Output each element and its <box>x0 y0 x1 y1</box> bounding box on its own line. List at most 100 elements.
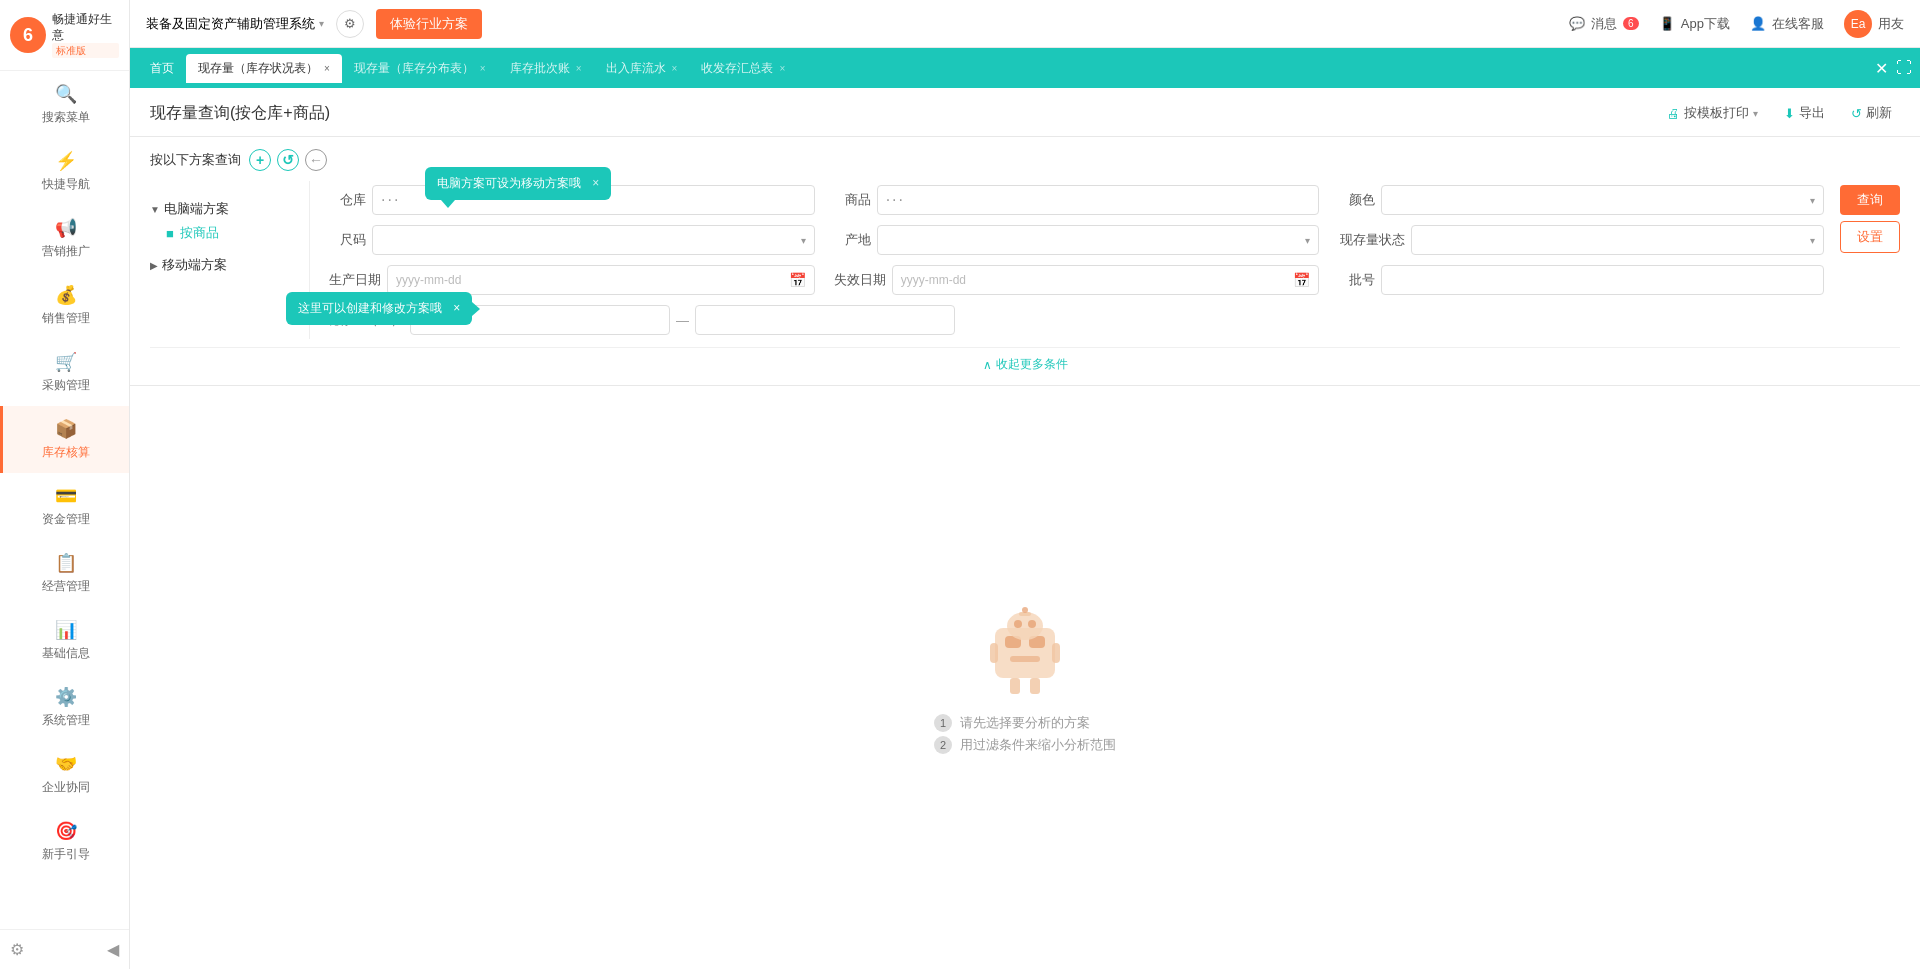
scheme-desktop[interactable]: ▼ 电脑端方案 <box>150 197 293 221</box>
refresh-scheme-button[interactable]: ↺ <box>277 149 299 171</box>
filter-field-size: 尺码 ▾ <box>326 225 815 255</box>
basic-icon: 📊 <box>55 619 77 641</box>
empty-state: 1 请先选择要分析的方案 2 用过滤条件来缩小分析范围 <box>130 386 1920 969</box>
svg-rect-5 <box>1052 643 1060 663</box>
operations-icon: 📋 <box>55 552 77 574</box>
svg-point-10 <box>1028 620 1036 628</box>
inventory-icon: 📦 <box>55 418 77 440</box>
scheme-desktop-children: ■ 按商品 <box>150 221 293 245</box>
svg-rect-3 <box>1010 656 1040 662</box>
goods-label: 商品 <box>831 191 871 209</box>
refresh-icon: ↺ <box>1851 106 1862 121</box>
purchase-icon: 🛒 <box>55 351 77 373</box>
tab-bar: 首页 现存量（库存状况表） × 现存量（库存分布表） × 库存批次账 × 出入库… <box>130 48 1920 88</box>
sidebar-item-basic[interactable]: 📊 基础信息 <box>0 607 129 674</box>
system-title: 装备及固定资产辅助管理系统 <box>146 15 315 33</box>
filter-row-2: 尺码 ▾ 产地 ▾ <box>326 225 1824 255</box>
tooltip-bubble-2: 这里可以创建和修改方案哦 × <box>286 292 472 325</box>
filter-field-color: 颜色 ▾ <box>1335 185 1824 215</box>
collapse-button[interactable]: ∧ 收起更多条件 <box>983 356 1068 373</box>
close-all-tabs-icon[interactable]: ✕ <box>1875 59 1888 78</box>
maximize-icon[interactable]: ⛶ <box>1896 59 1912 77</box>
reset-button[interactable]: 设置 <box>1840 221 1900 253</box>
gear-button[interactable]: ⚙ <box>336 10 364 38</box>
guide-icon: 🎯 <box>55 820 77 842</box>
avatar: Ea <box>1844 10 1872 38</box>
app-download-action[interactable]: 📱 App下载 <box>1659 15 1730 33</box>
close-tab-batch-accounts[interactable]: × <box>576 63 582 74</box>
size-input[interactable]: ▾ <box>372 225 815 255</box>
industry-button[interactable]: 体验行业方案 <box>376 9 482 39</box>
expire-date-input[interactable]: yyyy-mm-dd 📅 <box>892 265 1320 295</box>
search-buttons: 查询 设置 <box>1840 181 1900 339</box>
tab-receive-summary[interactable]: 收发存汇总表 × <box>689 54 797 83</box>
sidebar-item-guide[interactable]: 🎯 新手引导 <box>0 808 129 875</box>
sidebar-footer: ⚙ ◀ <box>0 929 129 969</box>
filter-label-row: 按以下方案查询 + ↺ ← <box>150 149 1900 171</box>
app-label: App下载 <box>1681 15 1730 33</box>
color-input[interactable]: ▾ <box>1381 185 1824 215</box>
message-icon: 💬 <box>1569 16 1585 31</box>
print-button[interactable]: 🖨 按模板打印 ▾ <box>1659 100 1766 126</box>
calendar-icon-produce: 📅 <box>789 272 806 288</box>
goods-input[interactable]: ··· <box>877 185 1320 215</box>
sidebar-item-operations[interactable]: 📋 经营管理 <box>0 540 129 607</box>
close-tooltip1-button[interactable]: × <box>592 176 599 190</box>
message-badge: 6 <box>1623 17 1639 30</box>
sidebar-item-purchase[interactable]: 🛒 采购管理 <box>0 339 129 406</box>
export-button[interactable]: ⬇ 导出 <box>1776 100 1833 126</box>
tab-inout-flow[interactable]: 出入库流水 × <box>594 54 690 83</box>
app-icon: 📱 <box>1659 16 1675 31</box>
batch-no-label: 批号 <box>1335 271 1375 289</box>
sidebar-item-marketing[interactable]: 📢 营销推广 <box>0 205 129 272</box>
top-header: 装备及固定资产辅助管理系统 ▾ ⚙ 体验行业方案 💬 消息 6 📱 App下载 … <box>130 0 1920 48</box>
close-tab-inventory-status[interactable]: × <box>324 63 330 74</box>
sidebar-item-system[interactable]: ⚙️ 系统管理 <box>0 674 129 741</box>
messages-action[interactable]: 💬 消息 6 <box>1569 15 1639 33</box>
sidebar-item-quick[interactable]: ⚡ 快捷导航 <box>0 138 129 205</box>
sidebar-item-enterprise[interactable]: 🤝 企业协同 <box>0 741 129 808</box>
filter-label: 按以下方案查询 <box>150 151 241 169</box>
finance-icon: 💳 <box>55 485 77 507</box>
export-icon: ⬇ <box>1784 106 1795 121</box>
refresh-button[interactable]: ↺ 刷新 <box>1843 100 1900 126</box>
tab-home[interactable]: 首页 <box>138 54 186 83</box>
enterprise-icon: 🤝 <box>55 753 77 775</box>
produce-date-label: 生产日期 <box>326 271 381 289</box>
svg-rect-4 <box>990 643 998 663</box>
settings-icon[interactable]: ⚙ <box>10 940 24 959</box>
stock-state-input[interactable]: ▾ <box>1411 225 1824 255</box>
sidebar-item-finance[interactable]: 💳 资金管理 <box>0 473 129 540</box>
scheme-by-goods[interactable]: ■ 按商品 <box>166 221 293 245</box>
filter-field-batch-no: 批号 <box>1335 265 1824 295</box>
produce-date-input[interactable]: yyyy-mm-dd 📅 <box>387 265 815 295</box>
tab-inventory-status[interactable]: 现存量（库存状况表） × <box>186 54 342 83</box>
tab-inventory-dist[interactable]: 现存量（库存分布表） × <box>342 54 498 83</box>
origin-label: 产地 <box>831 231 871 249</box>
logo-text: 畅捷通好生意 标准版 <box>52 12 119 58</box>
search-button[interactable]: 查询 <box>1840 185 1900 215</box>
warehouse-label: 仓库 <box>326 191 366 209</box>
user-profile[interactable]: Ea 用友 <box>1844 10 1904 38</box>
batch-no-input[interactable] <box>1381 265 1824 295</box>
filter-section: 按以下方案查询 + ↺ ← 电脑方案可设为移动方案哦 × ▼ 电脑端方案 <box>130 137 1920 386</box>
close-tab-receive-summary[interactable]: × <box>779 63 785 74</box>
close-tooltip2-button[interactable]: × <box>453 301 460 315</box>
tab-batch-accounts[interactable]: 库存批次账 × <box>498 54 594 83</box>
scheme-mobile[interactable]: ▶ 移动端方案 <box>150 253 293 277</box>
close-tab-inventory-dist[interactable]: × <box>480 63 486 74</box>
collapse-sidebar-icon[interactable]: ◀ <box>107 940 119 959</box>
close-tab-inout-flow[interactable]: × <box>672 63 678 74</box>
origin-input[interactable]: ▾ <box>877 225 1320 255</box>
filter-field-goods: 商品 ··· <box>831 185 1320 215</box>
sidebar-item-search[interactable]: 🔍 搜索菜单 <box>0 71 129 138</box>
back-scheme-button[interactable]: ← <box>305 149 327 171</box>
stock-qty-to-input[interactable] <box>695 305 955 335</box>
sidebar-item-inventory[interactable]: 📦 库存核算 <box>0 406 129 473</box>
add-scheme-button[interactable]: + <box>249 149 271 171</box>
online-support-action[interactable]: 👤 在线客服 <box>1750 15 1824 33</box>
sidebar-item-sales[interactable]: 💰 销售管理 <box>0 272 129 339</box>
filter-icons: + ↺ ← <box>249 149 327 171</box>
logo-icon: 6 <box>10 17 46 53</box>
system-title-dropdown[interactable]: 装备及固定资产辅助管理系统 ▾ <box>146 15 324 33</box>
